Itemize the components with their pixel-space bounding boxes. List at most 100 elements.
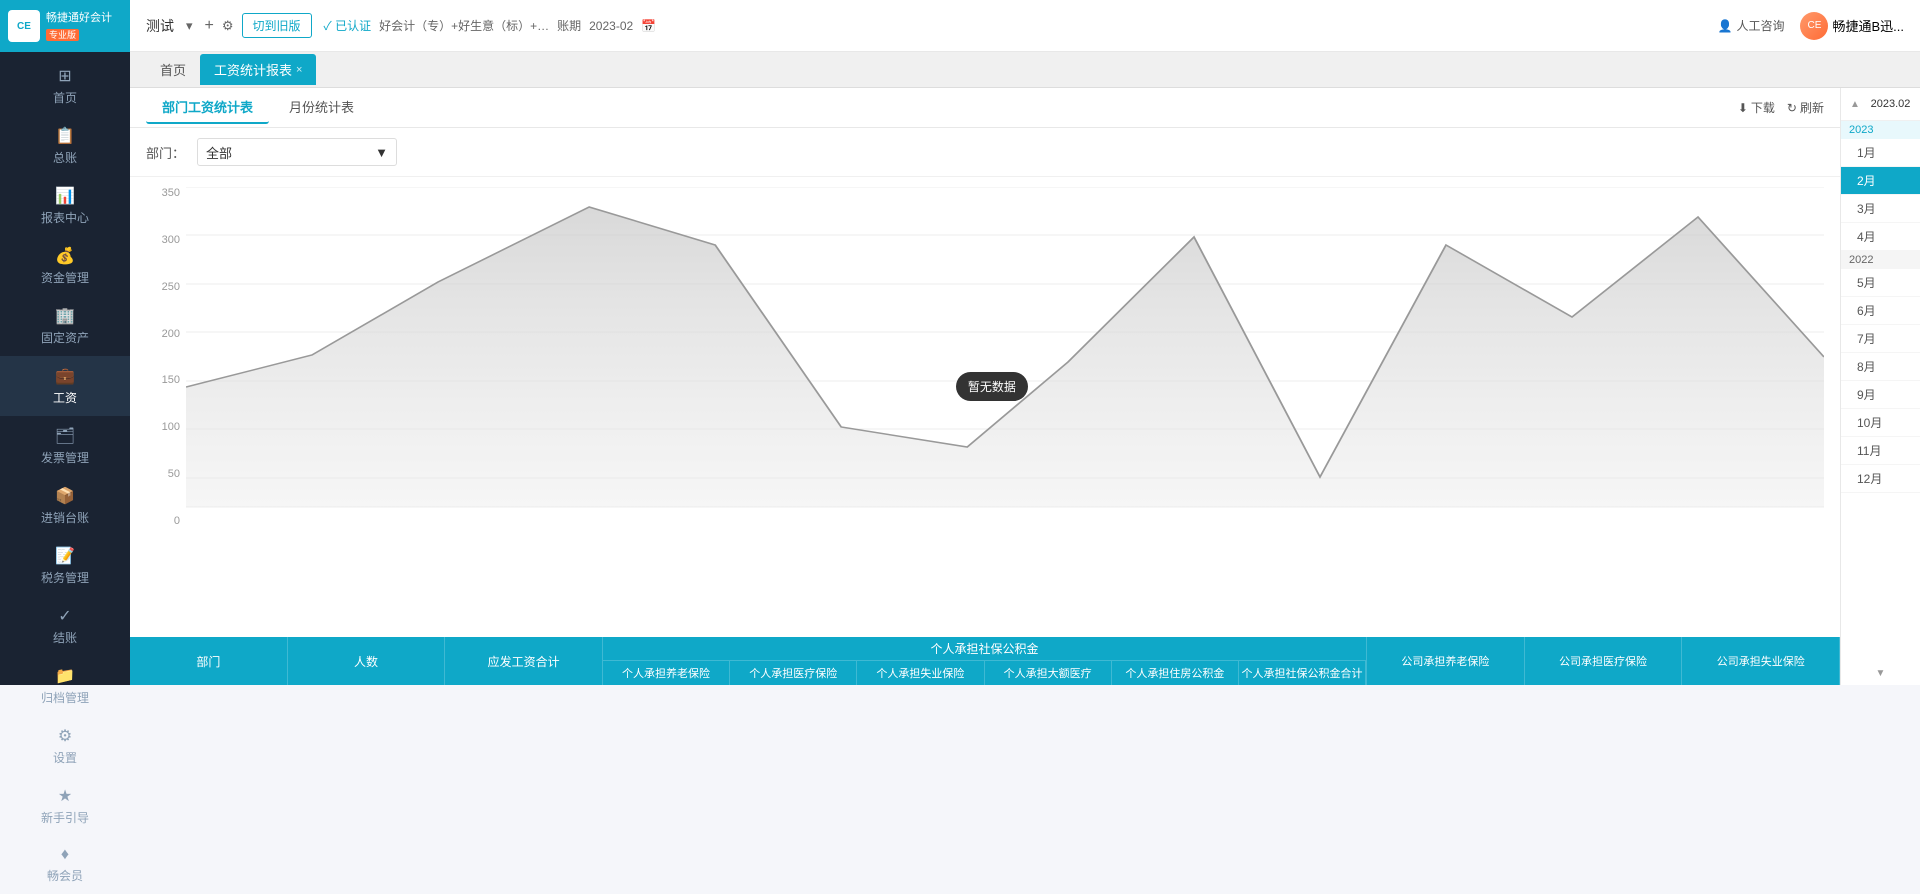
dept-filter-label: 部门： bbox=[146, 143, 185, 162]
month-item-2023-1月[interactable]: 1月 bbox=[1841, 139, 1920, 167]
date-panel-nav-up[interactable]: ▲ bbox=[1847, 96, 1863, 112]
sidebar: CE 畅捷通好会计 专业版 ⊞首页📋总账📊报表中心💰资金管理🏢固定资产💼工资🗂发… bbox=[0, 0, 130, 685]
y-label: 250 bbox=[162, 281, 180, 293]
sidebar-item-归档管理[interactable]: 📁归档管理 bbox=[0, 656, 130, 716]
year-section: 20225月6月7月8月9月10月11月12月 bbox=[1841, 251, 1920, 493]
add-icon[interactable]: + bbox=[205, 17, 214, 35]
user-avatar: CE bbox=[1800, 12, 1828, 40]
month-item-2022-11月[interactable]: 11月 bbox=[1841, 437, 1920, 465]
date-panel-nav-down[interactable]: ▼ bbox=[1873, 665, 1889, 681]
product-status: 好会计（专）+好生意（标）+… bbox=[379, 17, 549, 34]
table-header-col: 人数 bbox=[288, 637, 446, 685]
main-area: 测试 ▾ + ⚙ 切到旧版 ✓ 已认证 好会计（专）+好生意（标）+… 账期 2… bbox=[130, 0, 1920, 685]
customer-service-button[interactable]: 👤 人工咨询 bbox=[1718, 17, 1785, 34]
year-label-2023[interactable]: 2023 bbox=[1841, 121, 1920, 139]
table-header-group: 个人承担社保公积金个人承担养老保险个人承担医疗保险个人承担失业保险个人承担大额医… bbox=[603, 637, 1367, 685]
app-name: 畅捷通好会计 bbox=[46, 11, 112, 26]
sidebar-item-总账[interactable]: 📋总账 bbox=[0, 116, 130, 176]
tab-dept-salary[interactable]: 部门工资统计表 bbox=[146, 91, 269, 124]
verified-status: ✓ 已认证 bbox=[324, 17, 372, 34]
y-label: 200 bbox=[162, 328, 180, 340]
service-label: 人工咨询 bbox=[1736, 17, 1784, 34]
tab-salary-label: 工资统计报表 bbox=[214, 60, 292, 79]
y-label: 350 bbox=[162, 187, 180, 199]
month-item-2023-3月[interactable]: 3月 bbox=[1841, 195, 1920, 223]
sidebar-item-报表中心[interactable]: 📊报表中心 bbox=[0, 176, 130, 236]
sub-tab-actions: ⬇ 下载 ↻ 刷新 bbox=[1738, 99, 1824, 116]
content-area: 部门工资统计表 月份统计表 ⬇ 下载 ↻ 刷新 部门： bbox=[130, 88, 1920, 685]
month-item-2022-7月[interactable]: 7月 bbox=[1841, 325, 1920, 353]
period-value: 2023-02 bbox=[589, 19, 633, 33]
y-label: 0 bbox=[174, 515, 180, 527]
download-icon: ⬇ bbox=[1738, 101, 1748, 115]
chart-svg: 暂无数据 bbox=[186, 187, 1824, 547]
nav-icon-资金管理: 💰 bbox=[55, 246, 75, 266]
y-label: 100 bbox=[162, 421, 180, 433]
sidebar-logo: CE 畅捷通好会计 专业版 bbox=[0, 0, 130, 52]
sidebar-nav: ⊞首页📋总账📊报表中心💰资金管理🏢固定资产💼工资🗂发票管理📦进销台账📝税务管理✓… bbox=[0, 52, 130, 894]
month-item-2023-2月[interactable]: 2月 bbox=[1841, 167, 1920, 195]
refresh-button[interactable]: ↻ 刷新 bbox=[1787, 99, 1824, 116]
sidebar-item-结账[interactable]: ✓结账 bbox=[0, 596, 130, 656]
month-item-2022-8月[interactable]: 8月 bbox=[1841, 353, 1920, 381]
table-group-label: 个人承担社保公积金 bbox=[603, 637, 1366, 661]
nav-icon-报表中心: 📊 bbox=[55, 186, 75, 206]
sidebar-item-畅会员[interactable]: ♦畅会员 bbox=[0, 836, 130, 894]
sidebar-item-发票管理[interactable]: 🗂发票管理 bbox=[0, 416, 130, 476]
date-panel-header: ▲ 2023.02 bbox=[1841, 88, 1920, 121]
y-label: 150 bbox=[162, 374, 180, 386]
table-group-cell: 个人承担住房公积金 bbox=[1112, 661, 1239, 685]
switch-old-button[interactable]: 切到旧版 bbox=[242, 13, 312, 38]
tab-close-icon[interactable]: × bbox=[296, 64, 302, 76]
dept-filter-value: 全部 bbox=[206, 143, 232, 162]
tab-monthly-salary[interactable]: 月份统计表 bbox=[273, 91, 370, 124]
header: 测试 ▾ + ⚙ 切到旧版 ✓ 已认证 好会计（专）+好生意（标）+… 账期 2… bbox=[130, 0, 1920, 52]
tab-salary-report[interactable]: 工资统计报表 × bbox=[200, 54, 316, 85]
table-group-cell: 个人承担养老保险 bbox=[603, 661, 730, 685]
line-chart-svg bbox=[186, 187, 1824, 527]
sidebar-item-设置[interactable]: ⚙设置 bbox=[0, 716, 130, 776]
sub-tabs: 部门工资统计表 月份统计表 bbox=[146, 91, 370, 124]
nav-icon-新手引导: ★ bbox=[58, 786, 72, 806]
chart-wrapper: 350300250200150100500 bbox=[146, 187, 1824, 547]
month-item-2022-12月[interactable]: 12月 bbox=[1841, 465, 1920, 493]
table-header-col: 应发工资合计 bbox=[445, 637, 603, 685]
nav-icon-固定资产: 🏢 bbox=[55, 306, 75, 326]
sidebar-item-固定资产[interactable]: 🏢固定资产 bbox=[0, 296, 130, 356]
tab-bar: 首页 工资统计报表 × bbox=[130, 52, 1920, 88]
table-group-cells: 个人承担养老保险个人承担医疗保险个人承担失业保险个人承担大额医疗个人承担住房公积… bbox=[603, 661, 1366, 685]
refresh-label: 刷新 bbox=[1800, 99, 1824, 116]
user-menu[interactable]: CE 畅捷通B迅... bbox=[1800, 12, 1904, 40]
calendar-icon[interactable]: 📅 bbox=[641, 19, 656, 33]
project-dropdown-icon[interactable]: ▾ bbox=[186, 18, 193, 34]
month-item-2023-4月[interactable]: 4月 bbox=[1841, 223, 1920, 251]
filter-bar: 部门： 全部 ▼ bbox=[130, 128, 1840, 177]
sidebar-item-资金管理[interactable]: 💰资金管理 bbox=[0, 236, 130, 296]
sidebar-item-工资[interactable]: 💼工资 bbox=[0, 356, 130, 416]
nav-icon-归档管理: 📁 bbox=[55, 666, 75, 686]
header-actions: + ⚙ 切到旧版 bbox=[205, 13, 312, 38]
month-item-2022-9月[interactable]: 9月 bbox=[1841, 381, 1920, 409]
month-item-2022-5月[interactable]: 5月 bbox=[1841, 269, 1920, 297]
month-item-2022-6月[interactable]: 6月 bbox=[1841, 297, 1920, 325]
logo-icon: CE bbox=[8, 10, 40, 42]
download-label: 下载 bbox=[1751, 99, 1775, 116]
month-item-2022-10月[interactable]: 10月 bbox=[1841, 409, 1920, 437]
download-button[interactable]: ⬇ 下载 bbox=[1738, 99, 1775, 116]
sidebar-item-税务管理[interactable]: 📝税务管理 bbox=[0, 536, 130, 596]
tab-home[interactable]: 首页 bbox=[146, 54, 200, 85]
user-name: 畅捷通B迅... bbox=[1832, 16, 1904, 35]
sidebar-item-新手引导[interactable]: ★新手引导 bbox=[0, 776, 130, 836]
table-footer: 部门人数应发工资合计个人承担社保公积金个人承担养老保险个人承担医疗保险个人承担失… bbox=[130, 637, 1840, 685]
year-section: 20231月2月3月4月 bbox=[1841, 121, 1920, 251]
nav-icon-首页: ⊞ bbox=[58, 66, 71, 86]
table-group-cell: 个人承担医疗保险 bbox=[730, 661, 857, 685]
header-right: 👤 人工咨询 CE 畅捷通B迅... bbox=[1718, 12, 1904, 40]
current-date-label: 2023.02 bbox=[1867, 98, 1914, 110]
table-header-col: 部门 bbox=[130, 637, 288, 685]
year-label-2022[interactable]: 2022 bbox=[1841, 251, 1920, 269]
settings-icon[interactable]: ⚙ bbox=[222, 18, 234, 34]
dept-filter-select[interactable]: 全部 ▼ bbox=[197, 138, 397, 166]
sidebar-item-进销台账[interactable]: 📦进销台账 bbox=[0, 476, 130, 536]
sidebar-item-首页[interactable]: ⊞首页 bbox=[0, 56, 130, 116]
